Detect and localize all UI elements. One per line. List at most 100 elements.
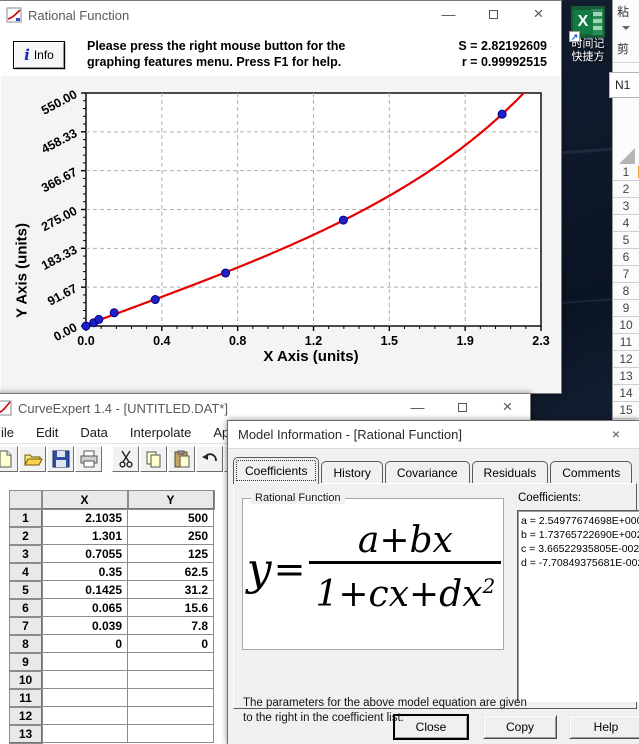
row-number[interactable]: 10: [10, 671, 42, 689]
table-row[interactable]: 60.06515.6: [10, 599, 214, 617]
excel-row-header[interactable]: 5: [613, 232, 639, 249]
chevron-down-icon[interactable]: [622, 26, 630, 34]
table-row[interactable]: 10: [10, 671, 214, 689]
help-button[interactable]: Help: [569, 715, 639, 739]
rf-titlebar[interactable]: Rational Function — ×: [0, 1, 561, 29]
cell-x[interactable]: 0.7055: [42, 545, 128, 563]
row-number[interactable]: 7: [10, 617, 42, 635]
info-button[interactable]: i Info: [13, 41, 65, 69]
close-icon[interactable]: ×: [485, 394, 530, 422]
row-number[interactable]: 1: [10, 509, 42, 527]
table-row[interactable]: 21.301250: [10, 527, 214, 545]
maximize-icon[interactable]: [440, 394, 485, 422]
row-number[interactable]: 4: [10, 563, 42, 581]
excel-row-header[interactable]: 12: [613, 351, 639, 368]
excel-row-header[interactable]: 13: [613, 368, 639, 385]
data-table[interactable]: XY12.103550021.30125030.705512540.3562.5…: [9, 490, 214, 743]
cell-x[interactable]: 0.1425: [42, 581, 128, 599]
cell-x[interactable]: [42, 671, 128, 689]
excel-row-header[interactable]: 9: [613, 300, 639, 317]
cell-y[interactable]: 62.5: [128, 563, 214, 581]
table-row[interactable]: 9: [10, 653, 214, 671]
cell-y[interactable]: [128, 671, 214, 689]
column-header-x[interactable]: X: [42, 491, 128, 509]
excel-row-header[interactable]: 2: [613, 181, 639, 198]
minimize-icon[interactable]: —: [426, 1, 471, 29]
excel-select-all-icon[interactable]: [619, 148, 635, 164]
excel-row-header[interactable]: 8: [613, 283, 639, 300]
cell-x[interactable]: 2.1035: [42, 509, 128, 527]
row-number[interactable]: 5: [10, 581, 42, 599]
cell-x[interactable]: [42, 689, 128, 707]
row-number[interactable]: 8: [10, 635, 42, 653]
ce-titlebar[interactable]: CurveExpert 1.4 - [UNTITLED.DAT*] — ×: [0, 394, 530, 422]
table-row[interactable]: 800: [10, 635, 214, 653]
tab-residuals[interactable]: Residuals: [472, 461, 549, 484]
dialog-titlebar[interactable]: Model Information - [Rational Function] …: [228, 421, 639, 449]
excel-row-header[interactable]: 10: [613, 317, 639, 334]
row-number[interactable]: 9: [10, 653, 42, 671]
cell-x[interactable]: 0: [42, 635, 128, 653]
table-row[interactable]: 12.1035500: [10, 509, 214, 527]
new-icon[interactable]: [0, 446, 18, 472]
table-row[interactable]: 70.0397.8: [10, 617, 214, 635]
excel-row-header[interactable]: 6: [613, 249, 639, 266]
print-icon[interactable]: [75, 446, 102, 472]
table-corner[interactable]: [10, 491, 42, 509]
undo-icon[interactable]: [196, 446, 223, 472]
excel-row-header[interactable]: 3: [613, 198, 639, 215]
column-header-y[interactable]: Y: [128, 491, 214, 509]
excel-row-header[interactable]: 11: [613, 334, 639, 351]
save-icon[interactable]: [47, 446, 74, 472]
maximize-icon[interactable]: [471, 1, 516, 29]
excel-paste-label[interactable]: 粘: [617, 3, 629, 20]
cell-y[interactable]: [128, 707, 214, 725]
plot-panel[interactable]: 0.00.40.81.21.51.92.30.0091.67183.33275.…: [1, 76, 561, 393]
menu-item-data[interactable]: Data: [80, 425, 107, 440]
excel-row-header[interactable]: 4: [613, 215, 639, 232]
table-row[interactable]: 13: [10, 725, 214, 743]
table-row[interactable]: 12: [10, 707, 214, 725]
excel-row-header[interactable]: 7: [613, 266, 639, 283]
cell-x[interactable]: 1.301: [42, 527, 128, 545]
row-number[interactable]: 11: [10, 689, 42, 707]
cell-x[interactable]: [42, 725, 128, 743]
cell-y[interactable]: 15.6: [128, 599, 214, 617]
tab-comments[interactable]: Comments: [550, 461, 632, 484]
row-number[interactable]: 3: [10, 545, 42, 563]
cell-x[interactable]: [42, 653, 128, 671]
cell-y[interactable]: 7.8: [128, 617, 214, 635]
desktop-shortcut-excel[interactable]: X ↗ 时间记 快捷方: [564, 6, 612, 64]
cell-y[interactable]: 125: [128, 545, 214, 563]
cell-y[interactable]: 0: [128, 635, 214, 653]
row-number[interactable]: 12: [10, 707, 42, 725]
close-icon[interactable]: ×: [601, 421, 631, 449]
menu-item-interpolate[interactable]: Interpolate: [130, 425, 191, 440]
copy-icon[interactable]: [140, 446, 167, 472]
cell-x[interactable]: 0.35: [42, 563, 128, 581]
cell-y[interactable]: 250: [128, 527, 214, 545]
cell-x[interactable]: 0.065: [42, 599, 128, 617]
open-icon[interactable]: [19, 446, 46, 472]
close-icon[interactable]: ×: [516, 1, 561, 29]
cell-y[interactable]: 500: [128, 509, 214, 527]
cell-y[interactable]: [128, 689, 214, 707]
coefficients-listbox[interactable]: a = 2.54977674698E+000b = 1.73765722690E…: [517, 510, 639, 702]
table-row[interactable]: 30.7055125: [10, 545, 214, 563]
row-number[interactable]: 13: [10, 725, 42, 743]
table-row[interactable]: 50.142531.2: [10, 581, 214, 599]
cell-y[interactable]: [128, 725, 214, 743]
excel-row-header[interactable]: 14: [613, 385, 639, 402]
table-row[interactable]: 40.3562.5: [10, 563, 214, 581]
excel-row-header[interactable]: 1: [613, 164, 639, 181]
table-row[interactable]: 11: [10, 689, 214, 707]
cell-y[interactable]: 31.2: [128, 581, 214, 599]
row-number[interactable]: 2: [10, 527, 42, 545]
tab-history[interactable]: History: [321, 461, 382, 484]
cut-icon[interactable]: [112, 446, 139, 472]
excel-row-header[interactable]: 15: [613, 402, 639, 419]
cell-y[interactable]: [128, 653, 214, 671]
cell-x[interactable]: 0.039: [42, 617, 128, 635]
row-number[interactable]: 6: [10, 599, 42, 617]
cell-x[interactable]: [42, 707, 128, 725]
